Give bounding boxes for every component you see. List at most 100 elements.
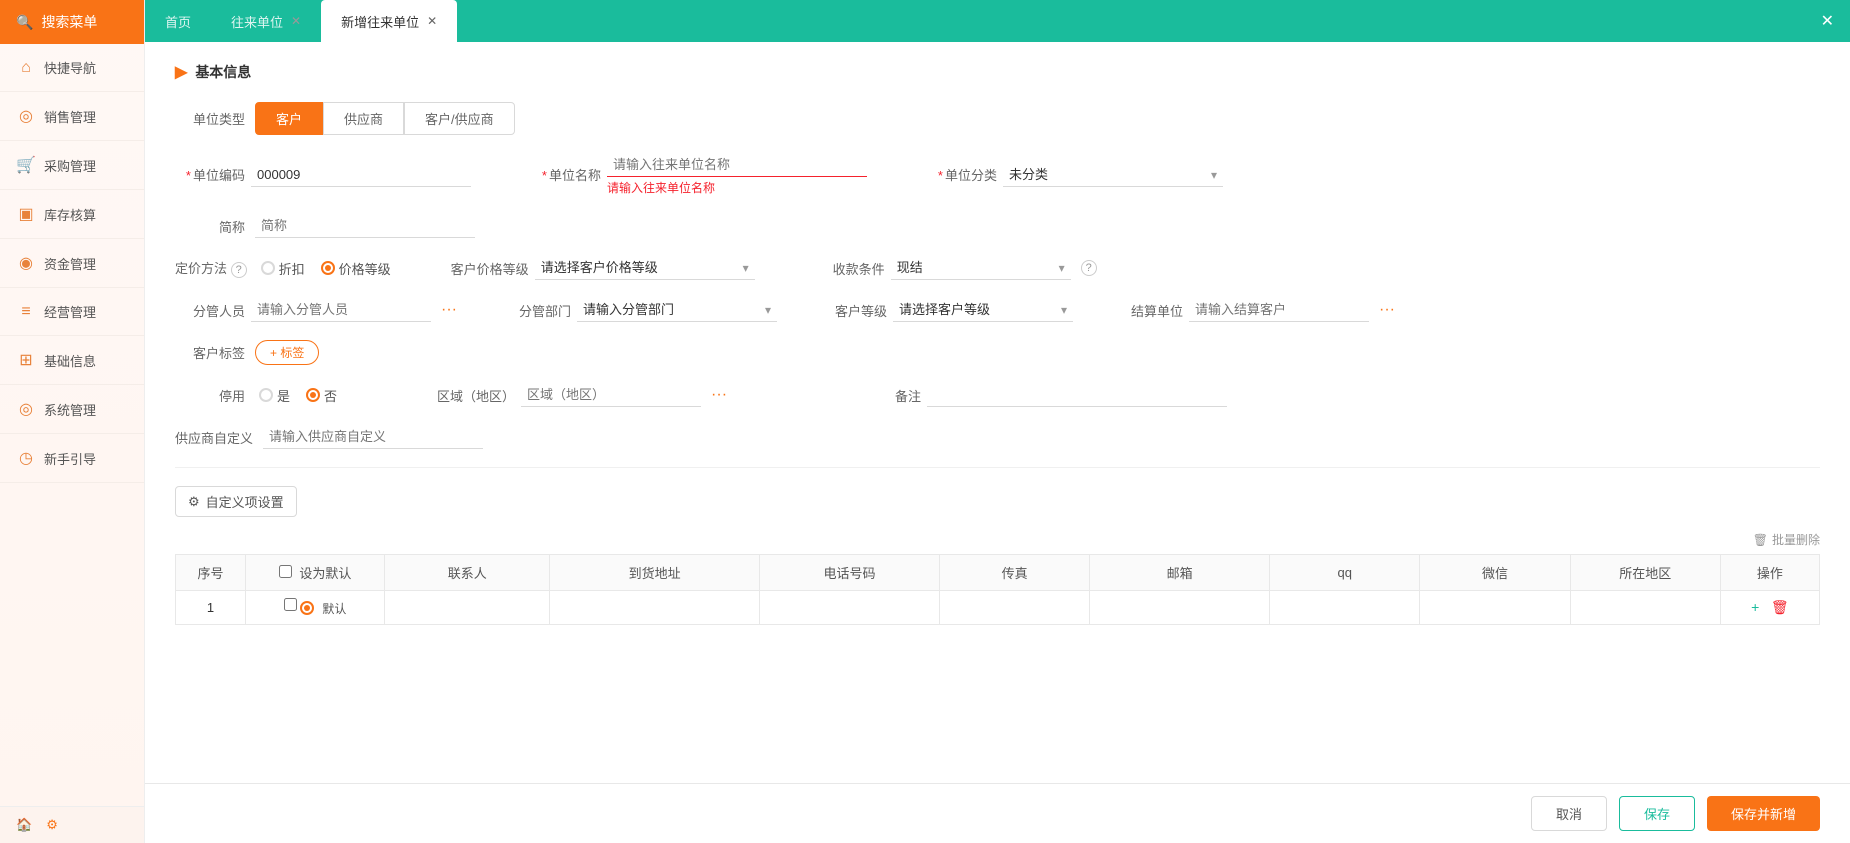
section-basic-info: ▶ 基本信息	[175, 62, 1820, 82]
pricing-label: 定价方法 ?	[175, 258, 247, 278]
save-button[interactable]: 保存	[1619, 796, 1695, 831]
settle-unit-input[interactable]	[1189, 298, 1369, 322]
purchase-icon: 🛒	[16, 155, 36, 175]
remark-input[interactable]	[927, 383, 1227, 407]
contacts-table: 序号 设为默认 联系人 到货地址 电话号码 传真 邮箱 qq 微信 所在地区 操…	[175, 554, 1820, 625]
operation-icon: ≡	[16, 303, 36, 321]
row-checkbox[interactable]	[284, 598, 297, 611]
col-action: 操作	[1720, 555, 1819, 591]
dept-select[interactable]: 请输入分管部门	[577, 298, 777, 322]
disabled-row: 停用 是 否 区域（地区） ··· 备注	[175, 383, 1820, 407]
close-window-btn[interactable]: ✕	[1805, 11, 1850, 31]
cell-qq[interactable]	[1270, 591, 1420, 625]
manager-row: 分管人员 ··· 分管部门 请输入分管部门 客户等级 请选择客户等级	[175, 298, 1820, 322]
sidebar-item-system[interactable]: ◎ 系统管理	[0, 385, 144, 434]
name-field: *单位名称 请输入往来单位名称	[531, 153, 867, 196]
cell-region[interactable]	[1570, 591, 1720, 625]
col-phone: 电话号码	[760, 555, 940, 591]
delete-row-btn[interactable]: 🗑	[1767, 597, 1793, 618]
save-add-button[interactable]: 保存并新增	[1707, 796, 1820, 831]
table-row: 1 默认	[176, 591, 1820, 625]
col-contact: 联系人	[385, 555, 550, 591]
disabled-radio-yes[interactable]: 是	[259, 386, 290, 405]
remark-field: 备注	[851, 383, 1227, 407]
unit-type-btn-group: 客户 供应商 客户/供应商	[255, 102, 515, 135]
form-footer: 取消 保存 保存并新增	[145, 783, 1850, 843]
sidebar-item-basic[interactable]: ⊞ 基础信息	[0, 336, 144, 385]
email-input[interactable]	[1130, 600, 1230, 615]
price-level-select[interactable]: 请选择客户价格等级	[535, 256, 755, 280]
contact-input[interactable]	[422, 600, 512, 615]
manager-dots-btn[interactable]: ···	[437, 301, 461, 319]
customer-level-select[interactable]: 请选择客户等级	[893, 298, 1073, 322]
category-select[interactable]: 未分类	[1003, 163, 1223, 187]
region-field: 区域（地区） ···	[437, 383, 731, 407]
main-area: 首页 往来单位 ✕ 新增往来单位 ✕ ✕ ▶ 基本信息 单位类型 客户 供应商 …	[145, 0, 1850, 843]
sidebar-item-purchase[interactable]: 🛒 采购管理	[0, 141, 144, 190]
cell-wechat[interactable]	[1420, 591, 1570, 625]
type-btn-customer[interactable]: 客户	[255, 102, 323, 135]
code-input[interactable]	[251, 163, 471, 187]
col-address: 到货地址	[550, 555, 760, 591]
cell-default: 默认	[245, 591, 384, 625]
cell-contact[interactable]	[385, 591, 550, 625]
short-name-row: 简称	[175, 214, 1820, 238]
pricing-radio-level[interactable]: 价格等级	[321, 259, 391, 278]
sidebar-item-inventory[interactable]: ▣ 库存核算	[0, 190, 144, 239]
region-input[interactable]	[521, 383, 701, 407]
disabled-radio-no[interactable]: 否	[306, 386, 337, 405]
sidebar-item-operation[interactable]: ≡ 经营管理	[0, 288, 144, 336]
settings-bottom-icon[interactable]: ⚙	[46, 817, 58, 833]
add-row-btn[interactable]: +	[1747, 597, 1763, 617]
add-tag-btn[interactable]: + 标签	[255, 340, 319, 365]
tab-units[interactable]: 往来单位 ✕	[211, 0, 321, 42]
cell-fax[interactable]	[939, 591, 1089, 625]
payment-select[interactable]: 现结	[891, 256, 1071, 280]
phone-input[interactable]	[800, 600, 900, 615]
close-tab-new-unit[interactable]: ✕	[427, 15, 437, 27]
name-input[interactable]	[607, 153, 867, 177]
col-fax: 传真	[939, 555, 1089, 591]
table-region-input[interactable]	[1605, 600, 1685, 615]
address-input[interactable]	[595, 600, 715, 615]
sidebar-item-finance[interactable]: ◉ 资金管理	[0, 239, 144, 288]
tab-home[interactable]: 首页	[145, 0, 211, 42]
short-name-input[interactable]	[255, 214, 475, 238]
home-bottom-icon[interactable]: 🏠	[16, 817, 32, 833]
payment-help-icon[interactable]: ?	[1081, 260, 1097, 276]
pricing-radio-discount[interactable]: 折扣	[261, 259, 305, 278]
cell-phone[interactable]	[760, 591, 940, 625]
default-radio[interactable]: 默认	[300, 600, 346, 617]
select-all-checkbox[interactable]	[279, 565, 292, 578]
manager-input[interactable]	[251, 298, 431, 322]
settle-unit-dots-btn[interactable]: ···	[1375, 301, 1399, 319]
name-label: *单位名称	[531, 165, 601, 184]
supplier-custom-input[interactable]	[263, 425, 483, 449]
custom-settings-btn[interactable]: ⚙ 自定义项设置	[175, 486, 297, 517]
pricing-row: 定价方法 ? 折扣 价格等级 客户价格等级	[175, 256, 1820, 280]
unit-type-label: 单位类型	[175, 109, 245, 128]
cell-address[interactable]	[550, 591, 760, 625]
sidebar-item-quick-nav[interactable]: ⌂ 快捷导航	[0, 44, 144, 92]
col-region: 所在地区	[1570, 555, 1720, 591]
close-tab-units[interactable]: ✕	[291, 15, 301, 27]
tab-new-unit[interactable]: 新增往来单位 ✕	[321, 0, 457, 42]
sidebar-item-guide[interactable]: ◷ 新手引导	[0, 434, 144, 483]
cell-email[interactable]	[1090, 591, 1270, 625]
batch-delete-label[interactable]: 批量删除	[1772, 531, 1820, 548]
cell-no: 1	[176, 591, 246, 625]
default-radio-circle	[300, 601, 314, 615]
dept-select-wrapper: 请输入分管部门	[577, 298, 777, 322]
type-btn-both[interactable]: 客户/供应商	[404, 102, 515, 135]
code-field: *单位编码	[175, 163, 471, 187]
wechat-input[interactable]	[1455, 600, 1535, 615]
pricing-help-icon[interactable]: ?	[231, 262, 247, 278]
region-dots-btn[interactable]: ···	[707, 386, 731, 404]
sidebar-item-sales[interactable]: ◎ 销售管理	[0, 92, 144, 141]
search-menu-btn[interactable]: 🔍 搜索菜单	[0, 0, 144, 44]
type-btn-supplier[interactable]: 供应商	[323, 102, 404, 135]
fax-input[interactable]	[975, 600, 1055, 615]
cancel-button[interactable]: 取消	[1531, 796, 1607, 831]
qq-input[interactable]	[1305, 600, 1385, 615]
tab-bar: 首页 往来单位 ✕ 新增往来单位 ✕ ✕	[145, 0, 1850, 42]
